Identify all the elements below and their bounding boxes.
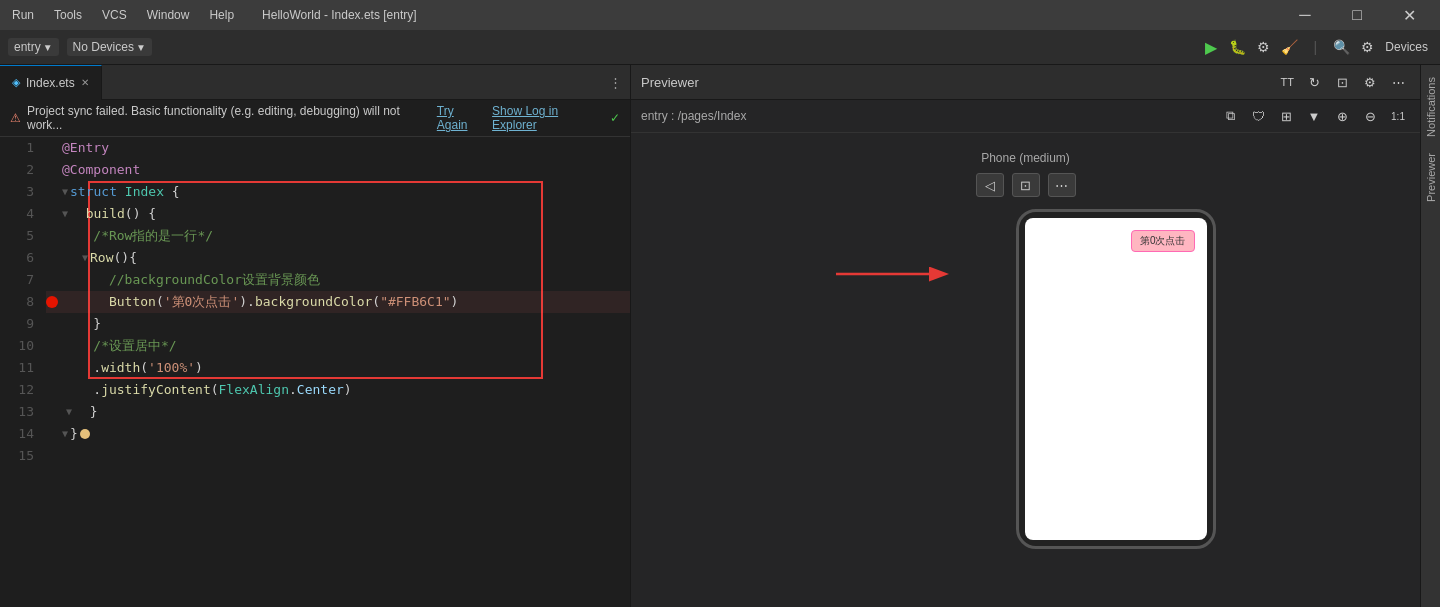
devices-label: No Devices [73, 40, 134, 54]
devices-full-label: Devices [1381, 35, 1432, 59]
devices-section[interactable]: No Devices ▼ [67, 38, 152, 56]
breadcrumb-split-btn[interactable]: ⊞ [1274, 104, 1298, 128]
phone-screen: 第0次点击 [1025, 218, 1207, 540]
preview-toolbar[interactable]: TT ↻ ⊡ ⚙ ⋯ [1277, 70, 1410, 94]
code-line-10: /*设置居中*/ [46, 335, 630, 357]
code-line-13: ▼ } [46, 401, 630, 423]
preview-title: Previewer [641, 75, 699, 90]
devices-dropdown[interactable]: No Devices ▼ [67, 38, 152, 56]
device-home-btn[interactable]: ⊡ [1012, 173, 1040, 197]
debug-button[interactable]: 🐛 [1225, 35, 1249, 59]
code-line-4: ▼ build() { [46, 203, 630, 225]
device-back-btn[interactable]: ◁ [976, 173, 1004, 197]
entry-dropdown[interactable]: entry ▼ [8, 38, 59, 56]
phone-mockup: 第0次点击 [1016, 209, 1216, 549]
breadcrumb-zoom-out[interactable]: ⊖ [1358, 104, 1382, 128]
phone-button: 第0次点击 [1131, 230, 1195, 252]
menu-help[interactable]: Help [205, 6, 238, 24]
main-layout: ◈ Index.ets ✕ ⋮ ⚠ Project sync failed. B… [0, 65, 1440, 607]
notification-icon: ⚠ [10, 111, 21, 125]
tab-close-button[interactable]: ✕ [81, 77, 89, 88]
preview-more-btn[interactable]: ⋯ [1386, 70, 1410, 94]
code-line-3: ▼ struct Index { [46, 181, 630, 203]
chevron-down-icon: ▼ [43, 42, 53, 53]
preview-settings-btn[interactable]: ⚙ [1358, 70, 1382, 94]
code-line-14: ▼ } [46, 423, 630, 445]
preview-orientation-btn[interactable]: ⊡ [1330, 70, 1354, 94]
build-button[interactable]: ⚙ [1251, 35, 1275, 59]
entry-label: entry [14, 40, 41, 54]
code-line-8: Button('第0次点击').backgroundColor("#FFB6C1… [46, 291, 630, 313]
code-line-6: ▼ Row(){ [46, 247, 630, 269]
window-title: HelloWorld - Index.ets [entry] [262, 8, 417, 22]
tab-filename: Index.ets [26, 76, 75, 90]
code-line-1: @Entry [46, 137, 630, 159]
file-icon: ◈ [12, 76, 20, 89]
preview-panel: Previewer TT ↻ ⊡ ⚙ ⋯ entry : /pages/Inde… [630, 65, 1420, 607]
preview-header: Previewer TT ↻ ⊡ ⚙ ⋯ [631, 65, 1420, 100]
title-bar: Run Tools VCS Window Help HelloWorld - I… [0, 0, 1440, 30]
code-editor[interactable]: 1 2 3 4 5 6 7 8 9 10 11 12 13 14 15 [0, 137, 630, 607]
line-numbers: 1 2 3 4 5 6 7 8 9 10 11 12 13 14 15 [0, 137, 42, 607]
code-line-2: @Component [46, 159, 630, 181]
try-again-link[interactable]: Try Again [437, 104, 486, 132]
menu-vcs[interactable]: VCS [98, 6, 131, 24]
menu-bar[interactable]: Run Tools VCS Window Help [8, 6, 238, 24]
tab-more-button[interactable]: ⋮ [601, 75, 630, 90]
arrow-svg [836, 259, 956, 289]
run-button[interactable]: ▶ [1199, 35, 1223, 59]
breadcrumb-icon-1[interactable]: ⧉ [1218, 104, 1242, 128]
top-toolbar: entry ▼ No Devices ▼ ▶ 🐛 ⚙ 🧹 | 🔍 ⚙ Devic… [0, 30, 1440, 65]
code-line-7: //backgroundColor设置背景颜色 [46, 269, 630, 291]
code-line-11: .width('100%') [46, 357, 630, 379]
tab-bar: ◈ Index.ets ✕ ⋮ [0, 65, 630, 100]
search-button[interactable]: 🔍 [1329, 35, 1353, 59]
preview-breadcrumb: entry : /pages/Index ⧉ 🛡 ⊞ ▼ ⊕ ⊖ 1:1 [631, 100, 1420, 133]
breadcrumb-zoom-in[interactable]: ⊕ [1330, 104, 1354, 128]
preview-refresh-btn[interactable]: ↻ [1302, 70, 1326, 94]
window-controls[interactable]: ─ □ ✕ [1282, 0, 1432, 30]
breadcrumb-text: entry : /pages/Index [641, 109, 746, 123]
arrow-container [836, 259, 956, 289]
check-icon: ✓ [610, 111, 620, 125]
phone-preview-area: 第0次点击 [836, 209, 1216, 549]
editor-area: ◈ Index.ets ✕ ⋮ ⚠ Project sync failed. B… [0, 65, 630, 607]
notification-bar: ⚠ Project sync failed. Basic functionali… [0, 100, 630, 137]
minimize-button[interactable]: ─ [1282, 0, 1328, 30]
settings-button[interactable]: ⚙ [1355, 35, 1379, 59]
code-line-9: } [46, 313, 630, 335]
menu-tools[interactable]: Tools [50, 6, 86, 24]
chevron-down-icon2: ▼ [136, 42, 146, 53]
preview-content: Phone (medium) ◁ ⊡ ⋯ [631, 141, 1420, 607]
close-button[interactable]: ✕ [1386, 0, 1432, 30]
device-more-btn[interactable]: ⋯ [1048, 173, 1076, 197]
previewer-label[interactable]: Previewer [1423, 145, 1439, 210]
separator1: | [1303, 35, 1327, 59]
clean-button[interactable]: 🧹 [1277, 35, 1301, 59]
device-controls[interactable]: ◁ ⊡ ⋯ [976, 173, 1076, 197]
right-sidebar: Notifications Previewer [1420, 65, 1440, 607]
device-label: Phone (medium) [981, 151, 1070, 165]
breadcrumb-icons[interactable]: ⧉ 🛡 ⊞ ▼ ⊕ ⊖ 1:1 [1218, 104, 1410, 128]
file-tab[interactable]: ◈ Index.ets ✕ [0, 65, 102, 100]
code-content[interactable]: @Entry @Component ▼ struct Index { ▼ [42, 137, 630, 607]
preview-font-size-btn[interactable]: TT [1277, 70, 1298, 94]
code-line-12: .justifyContent(FlexAlign.Center) [46, 379, 630, 401]
code-line-5: /*Row指的是一行*/ [46, 225, 630, 247]
breadcrumb-icon-2[interactable]: 🛡 [1246, 104, 1270, 128]
maximize-button[interactable]: □ [1334, 0, 1380, 30]
breadcrumb-zoom-reset[interactable]: 1:1 [1386, 104, 1410, 128]
entry-section[interactable]: entry ▼ [8, 38, 59, 56]
notification-message: Project sync failed. Basic functionality… [27, 104, 431, 132]
menu-window[interactable]: Window [143, 6, 194, 24]
notifications-label[interactable]: Notifications [1423, 69, 1439, 145]
title-bar-left: Run Tools VCS Window Help HelloWorld - I… [8, 6, 417, 24]
menu-run[interactable]: Run [8, 6, 38, 24]
breadcrumb-icon-3[interactable]: ▼ [1302, 104, 1326, 128]
show-log-link[interactable]: Show Log in Explorer [492, 104, 604, 132]
toolbar-icons: ▶ 🐛 ⚙ 🧹 | 🔍 ⚙ Devices [1199, 35, 1432, 59]
